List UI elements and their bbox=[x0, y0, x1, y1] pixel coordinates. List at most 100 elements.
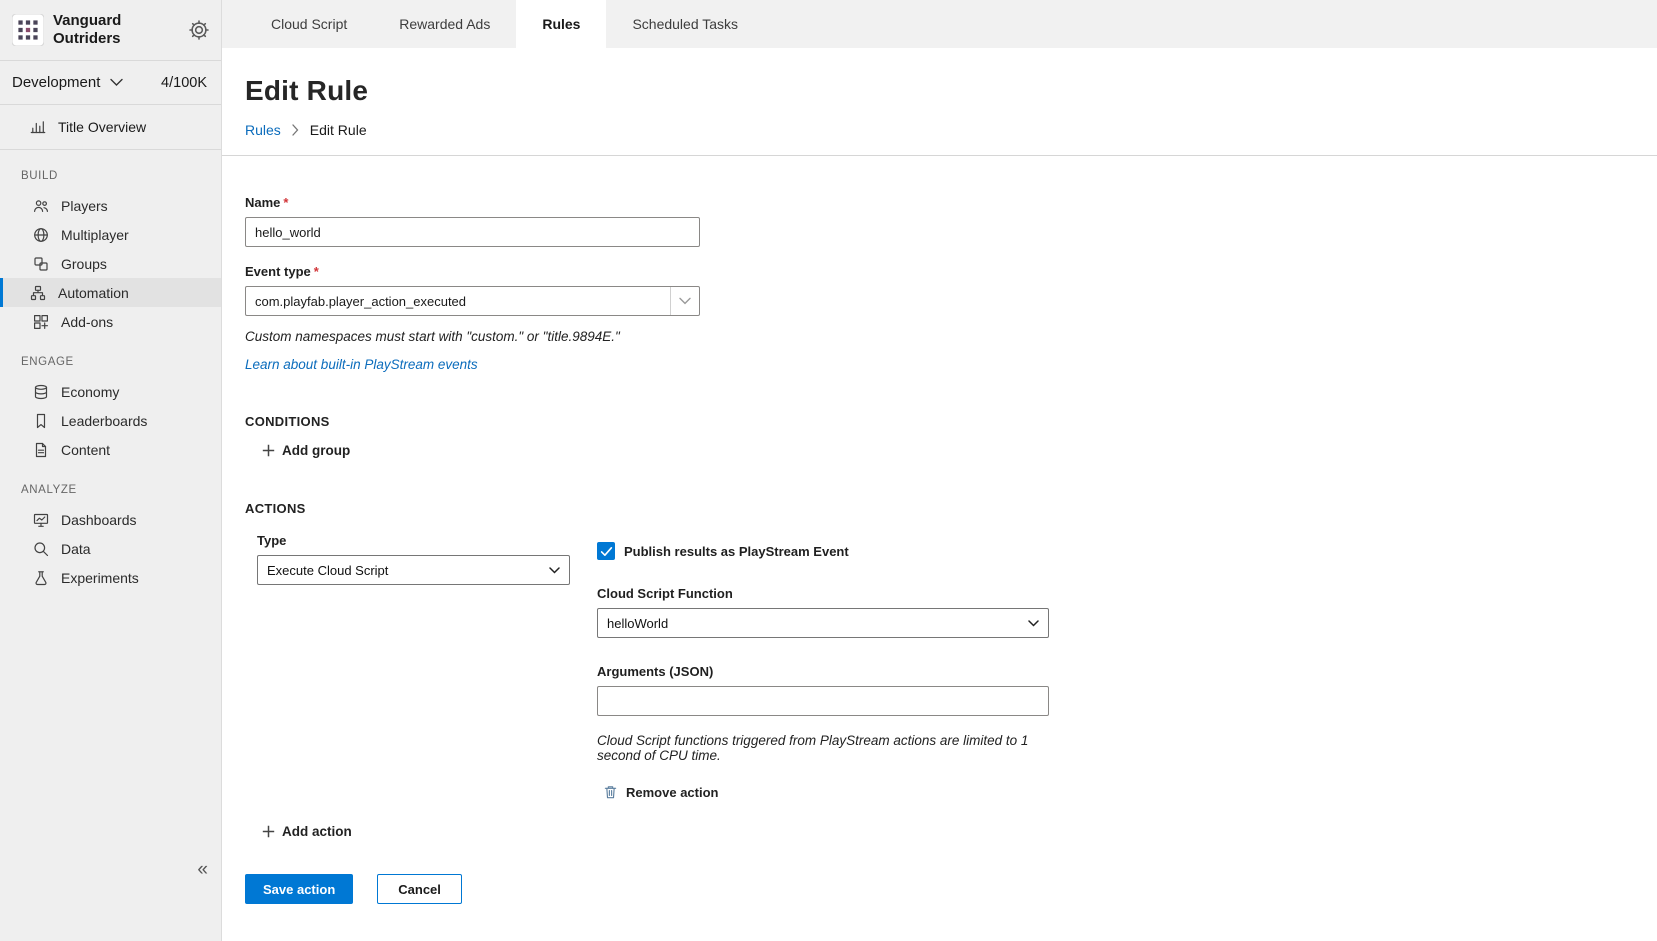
groups-icon bbox=[34, 256, 48, 271]
settings-gear-icon[interactable] bbox=[189, 20, 209, 40]
sidebar-item-label: Groups bbox=[61, 255, 107, 272]
name-label-text: Name bbox=[245, 195, 281, 210]
bar-chart-icon bbox=[30, 121, 46, 134]
save-action-button[interactable]: Save action bbox=[245, 874, 354, 904]
sidebar-item-label: Multiplayer bbox=[61, 226, 129, 243]
event-type-label: Event type * bbox=[245, 264, 1657, 279]
action-type-label: Type bbox=[257, 533, 287, 548]
required-asterisk: * bbox=[283, 195, 289, 210]
breadcrumb: Rules Edit Rule bbox=[245, 122, 1657, 138]
sidebar-item-automation[interactable]: Automation bbox=[0, 278, 221, 307]
players-icon bbox=[34, 199, 48, 212]
actions-heading: ACTIONS bbox=[245, 501, 306, 516]
sidebar-item-content[interactable]: Content bbox=[0, 435, 221, 464]
add-action-button[interactable]: Add action bbox=[262, 824, 352, 839]
publish-results-checkbox-row[interactable]: Publish results as PlayStream Event bbox=[597, 542, 1049, 560]
studio-name: Vanguard Outriders bbox=[53, 12, 122, 47]
edit-rule-form: Name* Event type* com.playfab.player_act… bbox=[222, 156, 1657, 904]
sidebar-item-economy[interactable]: Economy bbox=[0, 377, 221, 406]
tab-bar: Cloud Script Rewarded Ads Rules Schedule… bbox=[222, 0, 1657, 48]
studio-logo-icon bbox=[12, 14, 44, 46]
sidebar-section-build: BUILD bbox=[21, 170, 58, 182]
globe-icon bbox=[34, 227, 48, 242]
sidebar-section-engage: ENGAGE bbox=[21, 356, 74, 368]
arguments-json-input[interactable] bbox=[597, 686, 1049, 716]
breadcrumb-current: Edit Rule bbox=[309, 122, 367, 138]
action-type-value: Execute Cloud Script bbox=[267, 562, 389, 578]
checkbox-checked-icon[interactable] bbox=[597, 542, 615, 560]
event-type-label-text: Event type bbox=[245, 264, 311, 279]
sidebar-item-multiplayer[interactable]: Multiplayer bbox=[0, 220, 221, 249]
remove-action-button[interactable]: Remove action bbox=[603, 784, 718, 800]
namespace-hint: Custom namespaces must start with "custo… bbox=[245, 329, 620, 344]
sidebar-item-groups[interactable]: Groups bbox=[0, 249, 221, 278]
event-type-combobox[interactable]: com.playfab.player_action_executed bbox=[245, 286, 700, 316]
sidebar-item-leaderboards[interactable]: Leaderboards bbox=[0, 406, 221, 435]
sidebar-item-title-overview[interactable]: Title Overview bbox=[0, 105, 221, 150]
chevron-down-icon bbox=[549, 566, 560, 574]
monitor-icon bbox=[33, 513, 49, 527]
flask-icon bbox=[35, 570, 47, 585]
sidebar-item-label: Content bbox=[61, 441, 111, 458]
playstream-events-link[interactable]: Learn about built-in PlayStream events bbox=[245, 357, 478, 372]
page-content: Edit Rule Rules Edit Rule Name * hello_w… bbox=[222, 48, 1657, 941]
name-label: Name * bbox=[245, 195, 1657, 210]
cloud-script-function-select[interactable]: helloWorld bbox=[597, 608, 1049, 638]
trash-icon bbox=[604, 786, 617, 799]
studio-header: Vanguard Outriders bbox=[0, 0, 221, 61]
leaderboards-icon bbox=[36, 413, 46, 428]
page-header: Edit Rule Rules Edit Rule bbox=[222, 48, 1657, 138]
cloud-script-function-value: helloWorld bbox=[607, 615, 669, 631]
breadcrumb-rules-link[interactable]: Rules bbox=[245, 122, 281, 138]
chevron-down-icon bbox=[1028, 619, 1039, 627]
sidebar-item-data[interactable]: Data bbox=[0, 534, 221, 563]
publish-results-label: Publish results as PlayStream Event bbox=[624, 543, 849, 559]
add-group-label: Add group bbox=[282, 443, 351, 458]
sidebar-item-add-ons[interactable]: Add-ons bbox=[0, 307, 221, 336]
tab-rules[interactable]: Rules bbox=[516, 0, 607, 48]
environment-selector[interactable]: Development 4/100K bbox=[0, 61, 221, 105]
sidebar-item-label: Automation bbox=[58, 284, 129, 301]
environment-name: Development bbox=[12, 74, 101, 91]
conditions-heading: CONDITIONS bbox=[245, 414, 330, 429]
automation-icon bbox=[30, 285, 46, 300]
add-group-button[interactable]: Add group bbox=[262, 443, 350, 458]
sidebar-item-experiments[interactable]: Experiments bbox=[0, 563, 221, 592]
page-title: Edit Rule bbox=[245, 75, 369, 106]
plus-icon bbox=[262, 825, 275, 838]
economy-icon bbox=[34, 384, 48, 399]
sidebar-item-label: Add-ons bbox=[61, 313, 114, 330]
tab-rewarded-ads[interactable]: Rewarded Ads bbox=[373, 0, 516, 48]
document-icon bbox=[35, 442, 47, 457]
main-area: Cloud Script Rewarded Ads Rules Schedule… bbox=[222, 0, 1657, 941]
action-detail-column: Publish results as PlayStream Event Clou… bbox=[597, 533, 1049, 800]
sidebar-collapse-button[interactable]: « bbox=[197, 860, 208, 879]
magnifier-icon bbox=[34, 541, 49, 556]
cancel-button[interactable]: Cancel bbox=[377, 874, 462, 904]
chevron-down-icon[interactable] bbox=[670, 287, 699, 315]
remove-action-label: Remove action bbox=[626, 784, 719, 800]
sidebar-item-dashboards[interactable]: Dashboards bbox=[0, 505, 221, 534]
add-action-label: Add action bbox=[282, 824, 352, 839]
chevron-down-icon bbox=[110, 78, 124, 87]
form-buttons: Save action Cancel bbox=[245, 874, 1657, 904]
action-editor: Type Execute Cloud Script Publish result… bbox=[245, 533, 1657, 800]
chevron-right-icon bbox=[292, 124, 299, 136]
cpu-time-hint: Cloud Script functions triggered from Pl… bbox=[597, 733, 1029, 763]
sidebar: Vanguard Outriders Development 4/100K Ti… bbox=[0, 0, 222, 941]
rule-name-input[interactable] bbox=[245, 217, 700, 247]
sidebar-item-label: Experiments bbox=[61, 569, 139, 586]
cloud-script-function-label: Cloud Script Function bbox=[597, 586, 733, 601]
action-type-select[interactable]: Execute Cloud Script bbox=[257, 555, 570, 585]
app-root: Vanguard Outriders Development 4/100K Ti… bbox=[0, 0, 1657, 941]
usage-counter: 4/100K bbox=[161, 74, 207, 91]
sidebar-item-players[interactable]: Players bbox=[0, 191, 221, 220]
sidebar-item-label: Data bbox=[61, 540, 91, 557]
tab-cloud-script[interactable]: Cloud Script bbox=[245, 0, 373, 48]
tab-scheduled-tasks[interactable]: Scheduled Tasks bbox=[606, 0, 764, 48]
sidebar-item-label: Economy bbox=[61, 383, 120, 400]
sidebar-section-analyze: ANALYZE bbox=[21, 484, 77, 496]
sidebar-item-label: Title Overview bbox=[58, 119, 147, 135]
add-ons-icon bbox=[34, 314, 49, 329]
sidebar-item-label: Players bbox=[61, 197, 108, 214]
